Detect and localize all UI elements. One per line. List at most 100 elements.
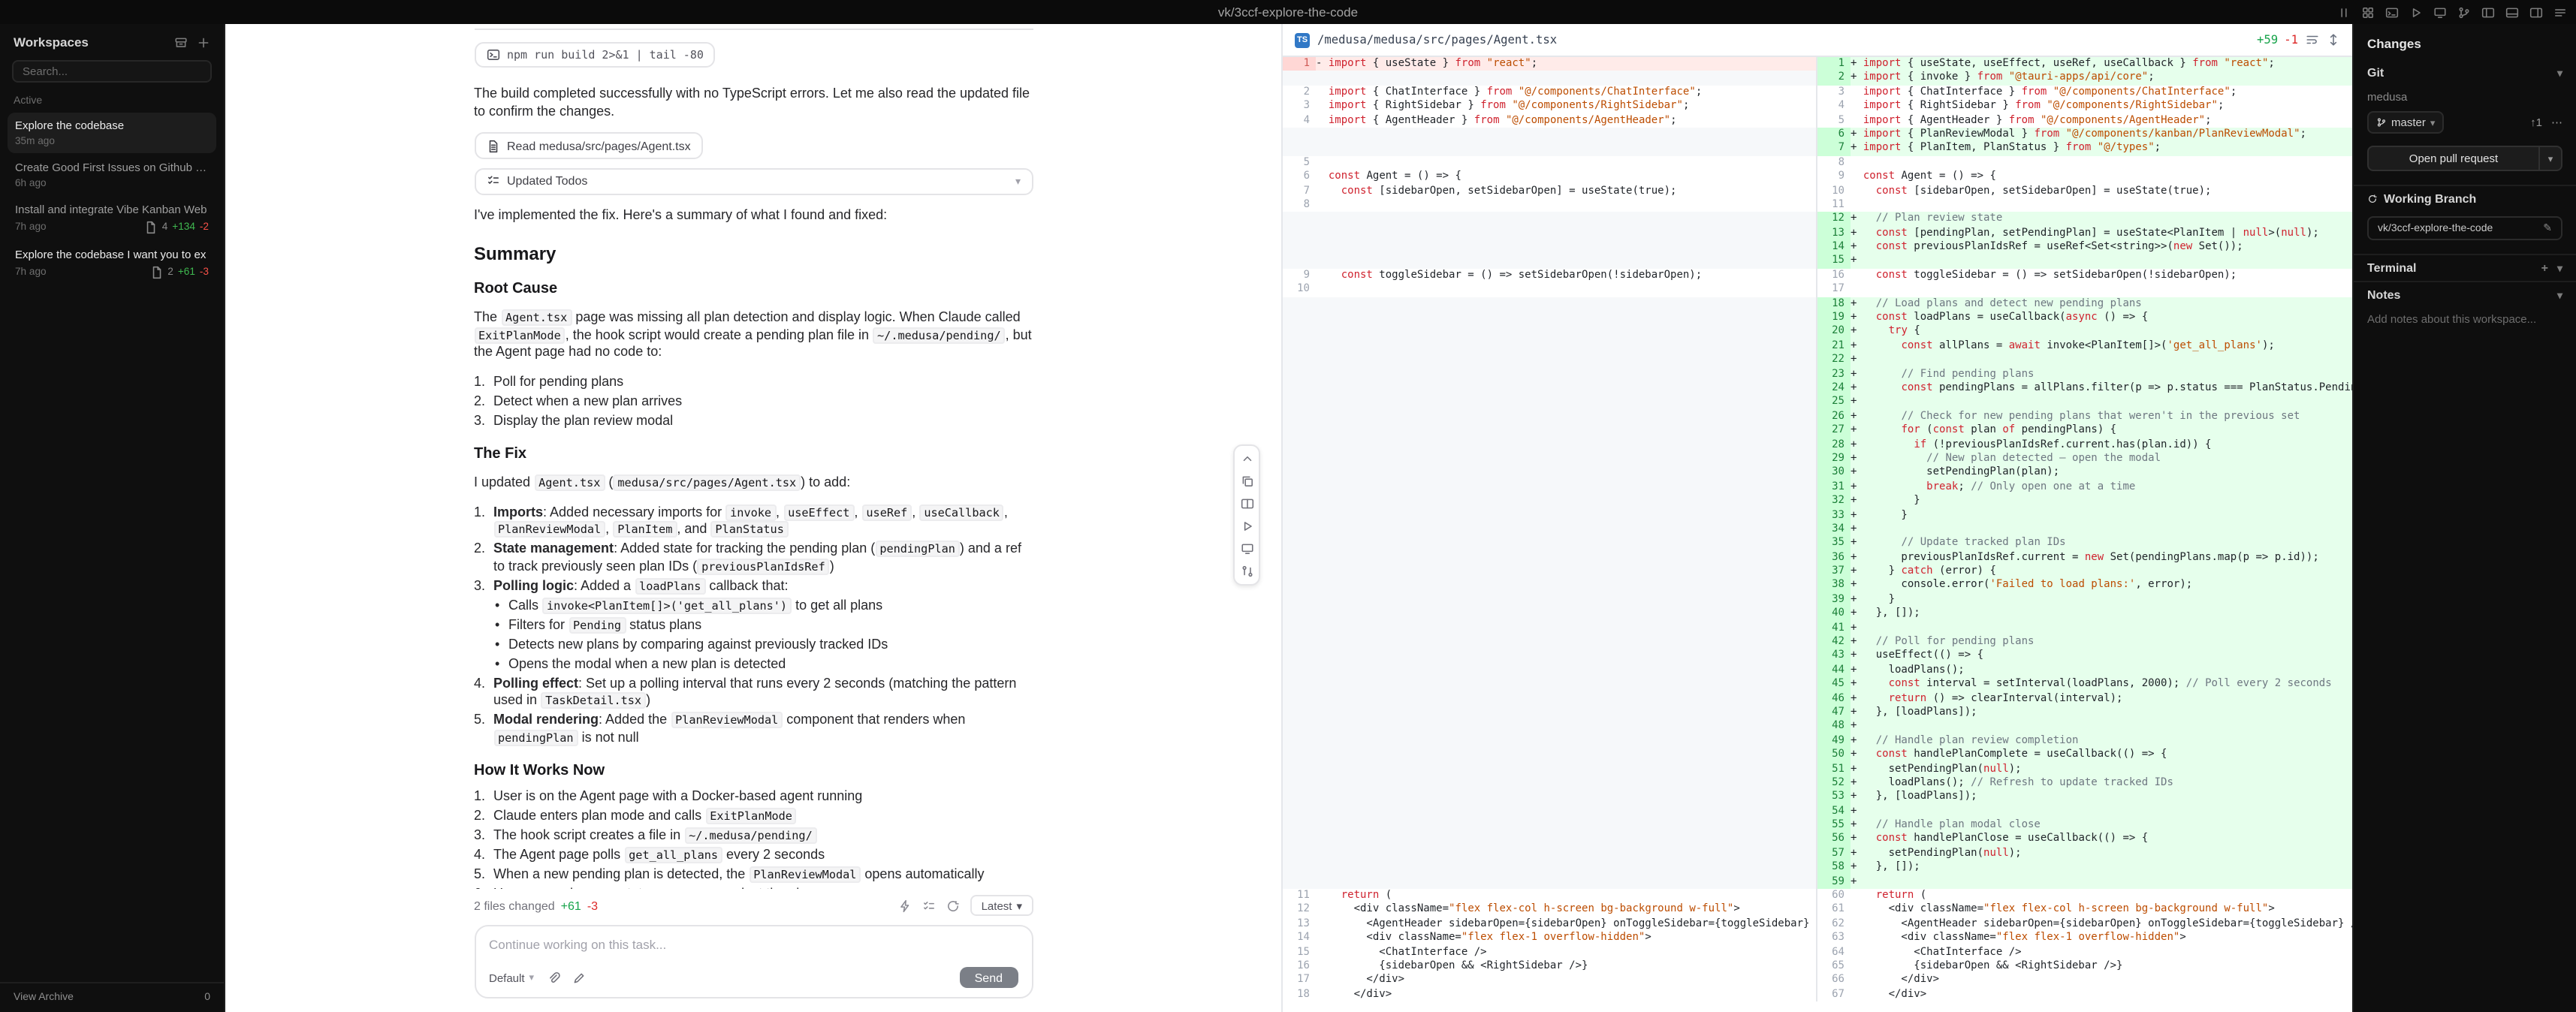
text-run: Polling logic <box>493 577 574 592</box>
panel-right-icon[interactable] <box>2529 5 2543 19</box>
play-icon[interactable] <box>2409 5 2423 19</box>
edit-branch-icon[interactable]: ✎ <box>2543 222 2552 234</box>
workspace-item[interactable]: Create Good First Issues on Github So6h … <box>8 155 216 195</box>
archive-icon[interactable] <box>174 35 188 49</box>
diff-stats: +59 -1 <box>2257 33 2298 47</box>
tool-call[interactable]: Read medusa/src/pages/Agent.tsx <box>474 132 703 159</box>
heading: The Fix <box>474 446 1033 462</box>
open-pr-button[interactable]: Open pull request ▾ <box>2367 146 2562 171</box>
terminal-section-header[interactable]: Terminal + ▾ <box>2354 255 2576 281</box>
branch-icon[interactable] <box>2457 5 2471 19</box>
diff-new-side: 9 const Agent = () => { <box>1817 170 2352 184</box>
line-number: 48 <box>1817 720 1851 734</box>
chevron-down-icon[interactable]: ▾ <box>1015 175 1021 187</box>
diff-row: 9 const toggleSidebar = () => setSidebar… <box>1283 269 2352 283</box>
play-icon[interactable] <box>1240 520 1253 533</box>
search-input[interactable] <box>23 65 201 78</box>
text-run: : Added a <box>574 577 635 592</box>
new-terminal-icon[interactable]: + <box>2541 261 2548 275</box>
list-text: Poll for pending plans <box>493 373 1033 390</box>
chat-scroll-area[interactable]: npm run build 2>&1 | tail -80The build c… <box>225 24 1281 889</box>
workspace-item[interactable]: Install and integrate Vibe Kanban Web7h … <box>8 197 216 240</box>
notes-section-header[interactable]: Notes ▾ <box>2354 282 2576 308</box>
text-run: The Agent page polls <box>493 847 624 862</box>
monitor-icon[interactable] <box>1240 542 1253 556</box>
sidebar-title: Workspaces <box>14 35 89 50</box>
paperclip-icon[interactable] <box>546 971 560 984</box>
list-icon[interactable] <box>2553 5 2567 19</box>
latest-dropdown[interactable]: Latest ▾ <box>971 895 1033 916</box>
wrap-text-icon[interactable] <box>2306 33 2319 47</box>
pr-options-chevron[interactable]: ▾ <box>2538 147 2561 170</box>
diff-row: 14 <div className="flex flex-1 overflow-… <box>1283 931 2352 945</box>
history-icon[interactable] <box>947 899 961 912</box>
terminal-command-chip[interactable]: npm run build 2>&1 | tail -80 <box>474 42 716 68</box>
chevron-up-icon[interactable] <box>1240 452 1253 465</box>
diff-row: 52+ loadPlans(); // Refresh to update tr… <box>1283 776 2352 791</box>
model-label: Default <box>489 971 525 984</box>
view-archive-link[interactable]: View Archive <box>14 992 74 1003</box>
list-number: 5. <box>474 866 493 884</box>
panel-bottom-icon[interactable] <box>2505 5 2519 19</box>
ordered-list: 1.User is on the Agent page with a Docke… <box>474 788 1033 889</box>
message-composer[interactable]: Continue working on this task... Default… <box>474 925 1033 998</box>
copy-icon[interactable] <box>1240 474 1253 488</box>
tool-call-block: Read medusa/src/pages/Agent.tsx <box>474 132 1033 160</box>
unfold-icon[interactable] <box>2327 33 2340 47</box>
text-run: ( <box>605 474 613 489</box>
diff-row: 50+ const handlePlanComplete = useCallba… <box>1283 748 2352 762</box>
line-number: 9 <box>1817 170 1851 184</box>
chevron-down-icon: ▾ <box>529 971 535 983</box>
inline-code: PlanStatus <box>710 521 788 538</box>
working-branch-header[interactable]: Working Branch <box>2354 186 2576 212</box>
panel-left-icon[interactable] <box>2481 5 2495 19</box>
diff-row: 40+ }, []); <box>1283 607 2352 621</box>
zap-icon[interactable] <box>899 899 912 912</box>
checklist-icon[interactable] <box>923 899 937 912</box>
sidebar-footer: View Archive 0 <box>0 982 224 1012</box>
send-button[interactable]: Send <box>960 967 1018 988</box>
monitor-icon[interactable] <box>2433 5 2447 19</box>
diff-old-side <box>1283 367 1817 381</box>
code-line: + const handlePlanComplete = useCallback… <box>1851 748 2352 762</box>
workspace-item[interactable]: Explore the codebase I want you to ex7h … <box>8 242 216 285</box>
workspace-time: 6h ago <box>15 179 47 189</box>
chevron-down-icon: ▾ <box>2557 67 2562 79</box>
pause-icon[interactable] <box>2337 5 2351 19</box>
compare-icon[interactable] <box>1240 565 1253 578</box>
tool-call[interactable]: Updated Todos▾ <box>474 167 1033 194</box>
diff-old-side <box>1283 635 1817 649</box>
line-number <box>1283 311 1316 325</box>
workspace-item[interactable]: Explore the codebase35m ago <box>8 113 216 153</box>
text-run: Detects new plans by comparing against p… <box>508 636 888 651</box>
list-text: When a new pending plan is detected, the… <box>493 866 1033 884</box>
branch-row: master ▾ ↑1 ⋯ <box>2354 105 2576 140</box>
inline-code: ExitPlanMode <box>705 808 797 824</box>
branch-selector[interactable]: master ▾ <box>2367 111 2444 134</box>
diff-new-side: 52+ loadPlans(); // Refresh to update tr… <box>1817 776 2352 791</box>
pen-icon[interactable] <box>572 971 585 984</box>
list-number: 1. <box>474 788 493 806</box>
git-label: Git <box>2367 66 2384 80</box>
working-branch-field[interactable]: vk/3ccf-explore-the-code ✎ <box>2367 216 2562 240</box>
line-number <box>1283 791 1316 805</box>
split-view-icon[interactable] <box>1240 497 1253 511</box>
line-number: 22 <box>1817 353 1851 367</box>
list-item: 2.State management: Added state for trac… <box>474 541 1033 575</box>
code-line: import { RightSidebar } from "@/componen… <box>1851 99 2352 113</box>
plus-icon[interactable] <box>197 35 210 49</box>
chevron-down-icon[interactable]: ▾ <box>2557 262 2562 274</box>
grid-icon[interactable] <box>2361 5 2375 19</box>
workspace-search[interactable] <box>12 60 212 83</box>
model-selector[interactable]: Default ▾ <box>489 971 534 984</box>
more-options-icon[interactable]: ⋯ <box>2551 116 2562 129</box>
code-line: + // Handle plan modal close <box>1851 818 2352 833</box>
line-number: 21 <box>1817 339 1851 354</box>
diff-old-side <box>1283 353 1817 367</box>
diff-new-side: 59+ <box>1817 875 2352 889</box>
terminal-icon[interactable] <box>2385 5 2399 19</box>
composer-placeholder[interactable]: Continue working on this task... <box>489 937 1018 953</box>
git-section-header[interactable]: Git ▾ <box>2354 60 2576 86</box>
list-text: The hook script creates a file in ~/.med… <box>493 827 1033 845</box>
notes-placeholder[interactable]: Add notes about this workspace... <box>2354 308 2576 338</box>
